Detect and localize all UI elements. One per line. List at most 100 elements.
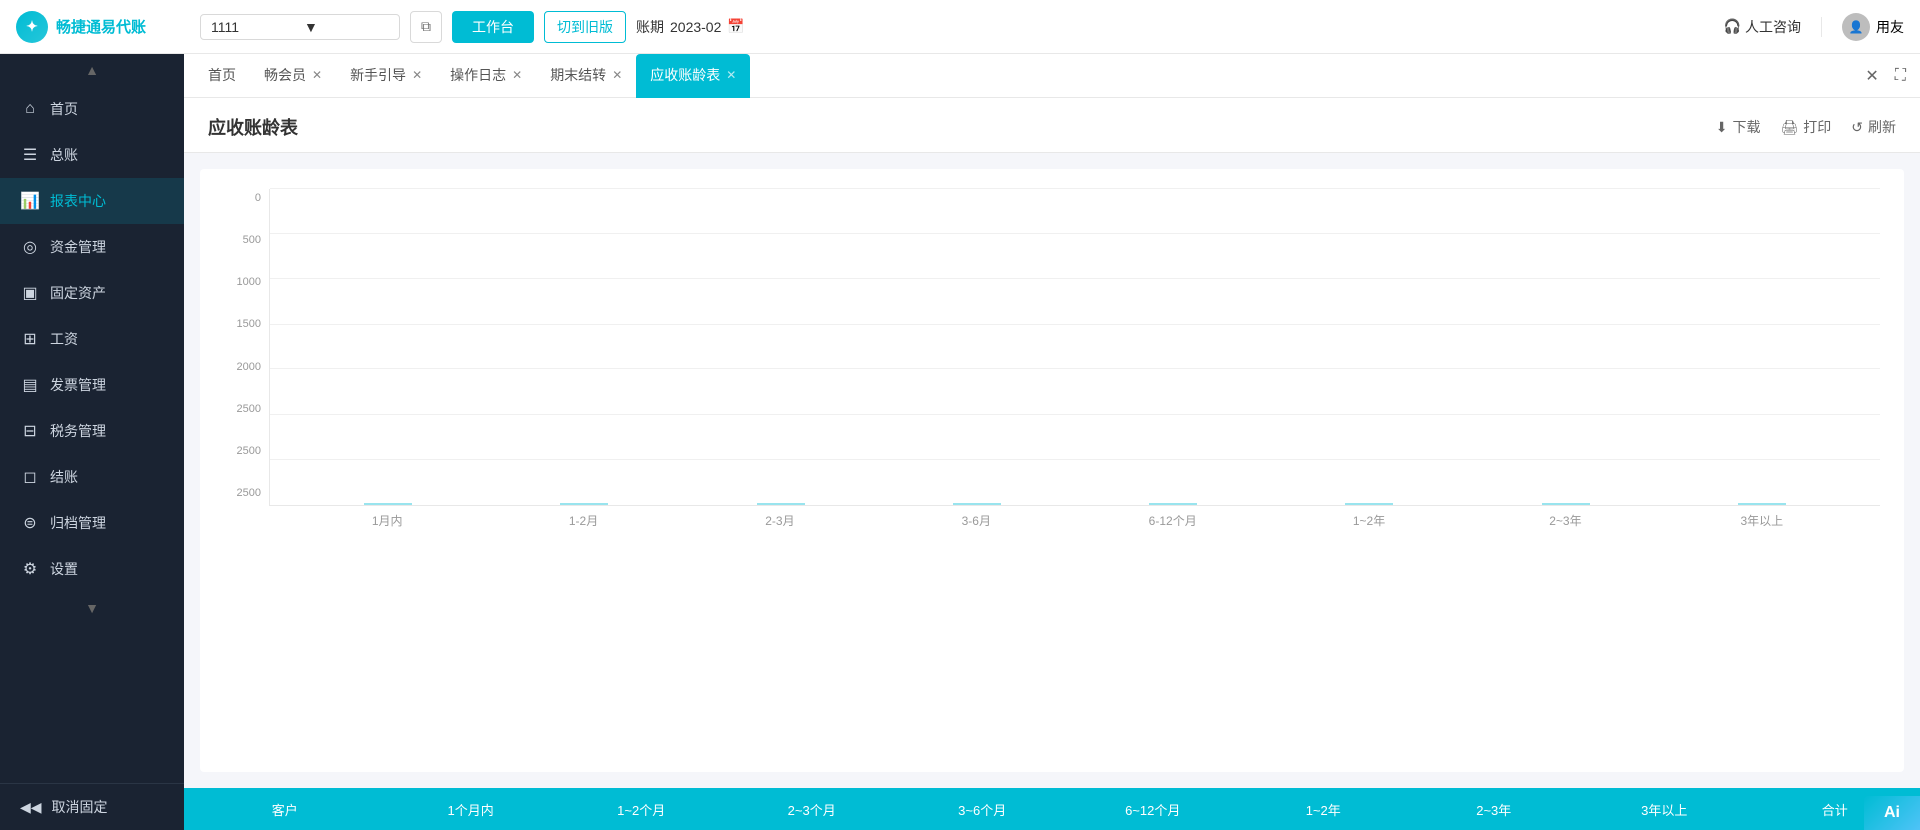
sidebar-item-settings[interactable]: ⚙ 设置	[0, 546, 184, 592]
pin-icon: ◀◀	[20, 799, 42, 816]
x-label: 2-3月	[682, 512, 878, 529]
settings-icon: ⚙	[20, 559, 40, 579]
chart-plot	[269, 189, 1880, 506]
calendar-icon[interactable]: 📅	[727, 18, 744, 35]
bar	[953, 503, 1001, 505]
sidebar-item-ledger[interactable]: ☰ 总账	[0, 132, 184, 178]
sidebar-item-label: 设置	[50, 559, 78, 579]
tab-guide[interactable]: 新手引导 ✕	[336, 54, 436, 98]
tab-ar-aging[interactable]: 应收账龄表 ✕	[636, 54, 750, 98]
bar-group	[879, 503, 1075, 505]
refresh-button[interactable]: ↺ 刷新	[1851, 117, 1896, 137]
page-header: 应收账龄表 ⬇ 下载 🖨 打印 ↺ 刷新	[184, 98, 1920, 153]
cancel-pin-button[interactable]: ◀◀ 取消固定	[0, 784, 184, 830]
tabs-actions: ✕ ⛶	[1861, 62, 1910, 90]
bar-group	[1271, 503, 1467, 505]
tab-label: 操作日志	[450, 65, 506, 85]
headset-icon: 🎧	[1724, 18, 1741, 35]
checkout-icon: ◻	[20, 467, 40, 487]
bar	[364, 503, 412, 505]
print-icon: 🖨	[1780, 119, 1798, 136]
sidebar-item-reports[interactable]: 📊 报表中心	[0, 178, 184, 224]
x-label: 1~2年	[1271, 512, 1467, 529]
sidebar-item-invoice[interactable]: ▤ 发票管理	[0, 362, 184, 408]
sidebar-item-assets[interactable]: ▣ 固定资产	[0, 270, 184, 316]
th-y3p: 3年以上	[1579, 800, 1750, 819]
period-value: 2023-02	[670, 19, 721, 35]
user-area[interactable]: 👤 用友	[1842, 13, 1904, 41]
copy-button[interactable]: ⧉	[410, 11, 442, 43]
logo-icon: ✦	[16, 11, 48, 43]
tab-label: 期末结转	[550, 65, 606, 85]
th-m36: 3~6个月	[897, 800, 1068, 819]
bar	[1738, 503, 1786, 505]
period-label: 账期	[636, 17, 664, 37]
bar	[560, 503, 608, 505]
bar-group	[1075, 503, 1271, 505]
bar-group	[683, 503, 879, 505]
sidebar-item-archive[interactable]: ⊜ 归档管理	[0, 500, 184, 546]
home-icon: ⌂	[20, 100, 40, 118]
invoice-icon: ▤	[20, 375, 40, 395]
divider	[1821, 17, 1822, 37]
sidebar-item-label: 税务管理	[50, 421, 106, 441]
y-label: 2000	[237, 362, 261, 373]
download-label: 下载	[1732, 117, 1760, 137]
tab-oplog[interactable]: 操作日志 ✕	[436, 54, 536, 98]
th-y12: 1~2年	[1238, 800, 1409, 819]
sidebar-item-tax[interactable]: ⊟ 税务管理	[0, 408, 184, 454]
page-content: 应收账龄表 ⬇ 下载 🖨 打印 ↺ 刷新	[184, 98, 1920, 830]
download-icon: ⬇	[1716, 119, 1728, 136]
sidebar-item-label: 固定资产	[50, 283, 106, 303]
sidebar-item-home[interactable]: ⌂ 首页	[0, 86, 184, 132]
x-label: 3年以上	[1664, 512, 1860, 529]
header-right: 🎧 人工咨询 👤 用友	[1724, 13, 1904, 41]
page-title: 应收账龄表	[208, 114, 298, 140]
company-selector[interactable]: 1111 ▼	[200, 14, 400, 40]
consult-button[interactable]: 🎧 人工咨询	[1724, 17, 1801, 37]
scroll-down-button[interactable]: ▼	[0, 592, 184, 624]
x-label: 6-12个月	[1075, 512, 1271, 529]
y-label: 500	[243, 235, 261, 246]
bar	[1149, 503, 1197, 505]
sidebar: ▲ ⌂ 首页 ☰ 总账 📊 报表中心 ◎ 资金管理 ▣ 固定资产 ⊞ 工资 ▤ …	[0, 54, 184, 830]
maximize-tab-button[interactable]: ⛶	[1891, 63, 1910, 89]
tabs-bar: 首页 畅会员 ✕ 新手引导 ✕ 操作日志 ✕ 期末结转 ✕ 应收账龄表 ✕	[184, 54, 1920, 98]
sidebar-item-label: 发票管理	[50, 375, 106, 395]
bar-group	[290, 503, 486, 505]
y-axis: 2500 2500 2500 2000 1500 1000 500 0	[224, 189, 269, 529]
switch-version-button[interactable]: 切到旧版	[544, 11, 626, 43]
avatar: 👤	[1842, 13, 1870, 41]
y-label: 0	[255, 193, 261, 204]
chart-container: 2500 2500 2500 2000 1500 1000 500 0	[200, 169, 1904, 772]
tab-close-icon[interactable]: ✕	[412, 68, 422, 82]
x-label: 3-6月	[878, 512, 1074, 529]
sidebar-item-label: 总账	[50, 145, 78, 165]
tab-close-icon[interactable]: ✕	[312, 68, 322, 82]
tab-close-icon[interactable]: ✕	[726, 68, 736, 82]
workbench-button[interactable]: 工作台	[452, 11, 534, 43]
sidebar-item-checkout[interactable]: ◻ 结账	[0, 454, 184, 500]
print-button[interactable]: 🖨 打印	[1780, 117, 1831, 137]
x-label: 1月内	[289, 512, 485, 529]
sidebar-item-funds[interactable]: ◎ 资金管理	[0, 224, 184, 270]
x-label: 2~3年	[1467, 512, 1663, 529]
salary-icon: ⊞	[20, 329, 40, 349]
tab-period-end[interactable]: 期末结转 ✕	[536, 54, 636, 98]
tab-close-icon[interactable]: ✕	[612, 68, 622, 82]
sidebar-item-salary[interactable]: ⊞ 工资	[0, 316, 184, 362]
tab-close-icon[interactable]: ✕	[512, 68, 522, 82]
sidebar-item-label: 首页	[50, 99, 78, 119]
tab-home[interactable]: 首页	[194, 54, 250, 98]
tab-member[interactable]: 畅会员 ✕	[250, 54, 336, 98]
ledger-icon: ☰	[20, 145, 40, 165]
th-m612: 6~12个月	[1067, 800, 1238, 819]
consult-label: 人工咨询	[1745, 17, 1801, 37]
ai-badge[interactable]: Ai	[1864, 796, 1920, 830]
close-tab-button[interactable]: ✕	[1861, 62, 1882, 90]
scroll-up-button[interactable]: ▲	[0, 54, 184, 86]
download-button[interactable]: ⬇ 下载	[1716, 117, 1761, 137]
th-customer: 客户	[184, 800, 385, 819]
chart-wrapper: 2500 2500 2500 2000 1500 1000 500 0	[224, 189, 1880, 529]
bars-area	[270, 189, 1880, 505]
